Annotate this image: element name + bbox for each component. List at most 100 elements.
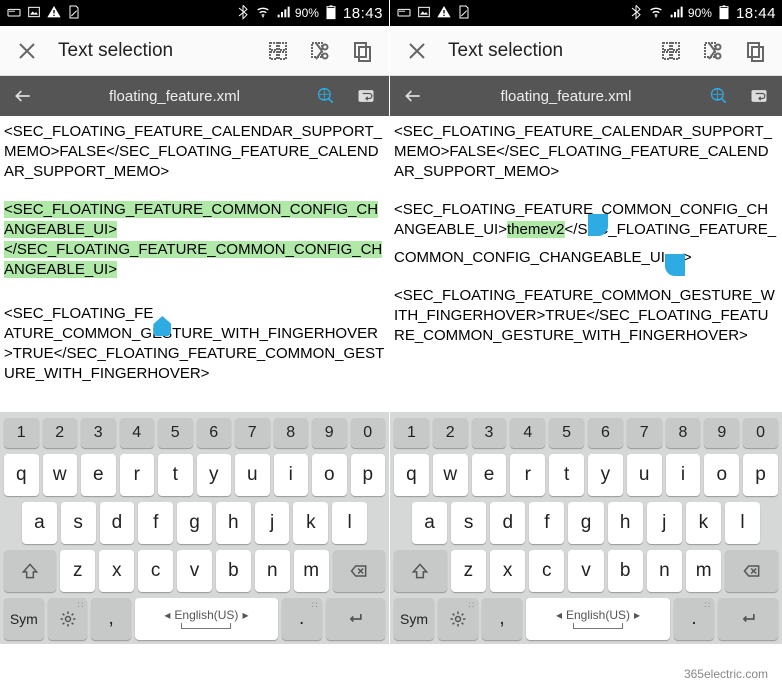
key-3[interactable]: 3 xyxy=(472,418,507,448)
settings-key[interactable]: ∷ xyxy=(438,598,478,640)
key-e[interactable]: e xyxy=(81,454,116,496)
key-h[interactable]: h xyxy=(216,502,251,544)
key-x[interactable]: x xyxy=(99,550,134,592)
key-i[interactable]: i xyxy=(274,454,309,496)
shift-key[interactable] xyxy=(394,550,447,592)
key-j[interactable]: j xyxy=(647,502,682,544)
period-key[interactable]: .∷ xyxy=(282,598,322,640)
key-n[interactable]: n xyxy=(255,550,290,592)
wrap-icon[interactable] xyxy=(744,81,774,111)
key-w[interactable]: w xyxy=(433,454,468,496)
key-y[interactable]: y xyxy=(197,454,232,496)
key-0[interactable]: 0 xyxy=(351,418,386,448)
key-5[interactable]: 5 xyxy=(158,418,193,448)
key-t[interactable]: t xyxy=(158,454,193,496)
text-editor[interactable]: <SEC_FLOATING_FEATURE_CALENDAR_SUPPORT_M… xyxy=(390,116,782,412)
key-s[interactable]: s xyxy=(61,502,96,544)
key-7[interactable]: 7 xyxy=(627,418,662,448)
editor-paragraph[interactable]: <SEC_FLOATING_FEATURE_CALENDAR_SUPPORT_M… xyxy=(394,122,778,182)
key-z[interactable]: z xyxy=(451,550,486,592)
key-k[interactable]: k xyxy=(686,502,721,544)
key-o[interactable]: o xyxy=(704,454,739,496)
key-c[interactable]: c xyxy=(529,550,564,592)
key-9[interactable]: 9 xyxy=(704,418,739,448)
cut-icon[interactable] xyxy=(692,31,734,71)
close-icon[interactable] xyxy=(396,31,438,71)
enter-key[interactable] xyxy=(718,598,778,640)
key-1[interactable]: 1 xyxy=(4,418,39,448)
key-u[interactable]: u xyxy=(627,454,662,496)
key-d[interactable]: d xyxy=(490,502,525,544)
key-7[interactable]: 7 xyxy=(235,418,270,448)
key-g[interactable]: g xyxy=(568,502,603,544)
sym-key[interactable]: Sym xyxy=(4,598,44,640)
key-l[interactable]: l xyxy=(332,502,367,544)
comma-key[interactable]: , xyxy=(91,598,131,640)
key-f[interactable]: f xyxy=(138,502,173,544)
editor-paragraph-selected[interactable]: <SEC_FLOATING_FEATURE_COMMON_CONFIG_CHAN… xyxy=(394,200,778,268)
settings-key[interactable]: ∷ xyxy=(48,598,88,640)
key-g[interactable]: g xyxy=(177,502,212,544)
sym-key[interactable]: Sym xyxy=(394,598,434,640)
key-q[interactable]: q xyxy=(4,454,39,496)
editor-paragraph-selected[interactable]: <SEC_FLOATING_FEATURE_COMMON_CONFIG_CHAN… xyxy=(4,200,385,280)
close-icon[interactable] xyxy=(6,31,48,71)
key-d[interactable]: d xyxy=(100,502,135,544)
key-l[interactable]: l xyxy=(725,502,760,544)
selection-end-handle-icon[interactable] xyxy=(588,214,608,236)
key-4[interactable]: 4 xyxy=(510,418,545,448)
period-key[interactable]: .∷ xyxy=(674,598,714,640)
editor-paragraph[interactable]: <SEC_FLOATING_FEATURE_COMMON_GESTURE_WIT… xyxy=(394,286,778,346)
key-n[interactable]: n xyxy=(647,550,682,592)
key-r[interactable]: r xyxy=(510,454,545,496)
key-f[interactable]: f xyxy=(529,502,564,544)
key-r[interactable]: r xyxy=(120,454,155,496)
wrap-icon[interactable] xyxy=(351,81,381,111)
key-v[interactable]: v xyxy=(177,550,212,592)
shift-key[interactable] xyxy=(4,550,56,592)
select-all-icon[interactable] xyxy=(650,31,692,71)
space-key[interactable]: ◂ English(US) ▸ xyxy=(526,598,670,640)
key-b[interactable]: b xyxy=(216,550,251,592)
enter-key[interactable] xyxy=(326,598,386,640)
key-p[interactable]: p xyxy=(351,454,386,496)
text-editor[interactable]: <SEC_FLOATING_FEATURE_CALENDAR_SUPPORT_M… xyxy=(0,116,389,412)
space-key[interactable]: ◂ English(US) ▸ xyxy=(135,598,278,640)
key-q[interactable]: q xyxy=(394,454,429,496)
key-0[interactable]: 0 xyxy=(743,418,778,448)
web-search-icon[interactable] xyxy=(311,81,341,111)
key-a[interactable]: a xyxy=(412,502,447,544)
selection-start-handle-icon[interactable] xyxy=(665,254,685,276)
key-x[interactable]: x xyxy=(490,550,525,592)
key-o[interactable]: o xyxy=(312,454,347,496)
caret-handle-icon[interactable] xyxy=(153,316,171,336)
key-c[interactable]: c xyxy=(138,550,173,592)
editor-paragraph[interactable]: <SEC_FLOATING_FEATURE_COMMON_GESTURE_WIT… xyxy=(4,298,385,384)
key-m[interactable]: m xyxy=(294,550,329,592)
key-2[interactable]: 2 xyxy=(433,418,468,448)
key-e[interactable]: e xyxy=(472,454,507,496)
key-9[interactable]: 9 xyxy=(312,418,347,448)
copy-icon[interactable] xyxy=(341,31,383,71)
select-all-icon[interactable] xyxy=(257,31,299,71)
key-s[interactable]: s xyxy=(451,502,486,544)
key-4[interactable]: 4 xyxy=(120,418,155,448)
key-m[interactable]: m xyxy=(686,550,721,592)
key-b[interactable]: b xyxy=(608,550,643,592)
key-u[interactable]: u xyxy=(235,454,270,496)
key-h[interactable]: h xyxy=(608,502,643,544)
key-z[interactable]: z xyxy=(60,550,95,592)
key-j[interactable]: j xyxy=(255,502,290,544)
key-2[interactable]: 2 xyxy=(43,418,78,448)
backspace-key[interactable] xyxy=(725,550,778,592)
key-k[interactable]: k xyxy=(293,502,328,544)
web-search-icon[interactable] xyxy=(704,81,734,111)
key-8[interactable]: 8 xyxy=(274,418,309,448)
key-y[interactable]: y xyxy=(588,454,623,496)
cut-icon[interactable] xyxy=(299,31,341,71)
key-6[interactable]: 6 xyxy=(588,418,623,448)
key-t[interactable]: t xyxy=(549,454,584,496)
key-5[interactable]: 5 xyxy=(549,418,584,448)
key-w[interactable]: w xyxy=(43,454,78,496)
back-icon[interactable] xyxy=(398,81,428,111)
